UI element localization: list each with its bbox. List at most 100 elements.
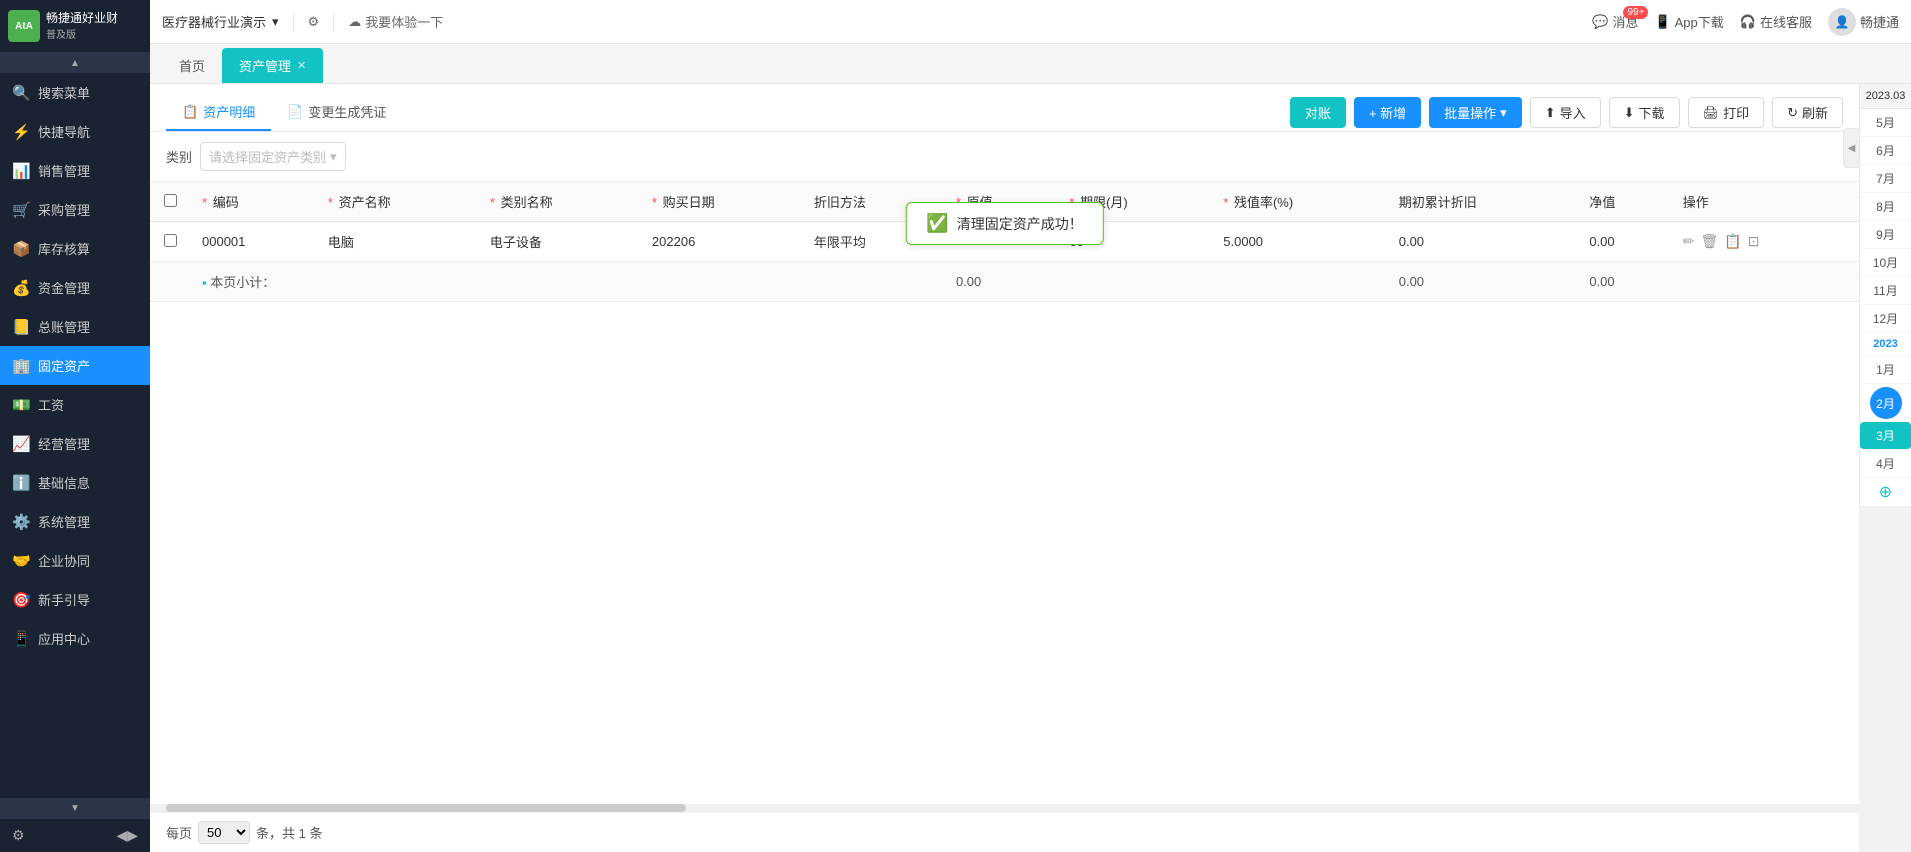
tabs-bar: 首页 资产管理 ✕ (150, 44, 1911, 84)
tab-asset[interactable]: 资产管理 ✕ (222, 48, 323, 83)
cal-7[interactable]: 7月 (1860, 165, 1911, 193)
sub-tabs: 📋 资产明细 📄 变更生成凭证 对账 + 新增 批量操作 ▾ (150, 84, 1859, 132)
total-info: 条，共 1 条 (256, 823, 322, 842)
batch-button[interactable]: 批量操作 ▾ (1429, 97, 1522, 128)
import-button[interactable]: ⬆ 导入 (1530, 97, 1601, 128)
download-button[interactable]: ⬇ 下载 (1609, 97, 1680, 128)
per-page-label: 每页 (166, 823, 192, 842)
tab-close-icon[interactable]: ✕ (297, 59, 306, 72)
cal-4[interactable]: 4月 (1860, 450, 1911, 478)
sidebar-item-operations[interactable]: 📈 经营管理 (0, 424, 150, 463)
edit-button[interactable]: ✏ (1683, 233, 1695, 250)
more-button[interactable]: ⊡ (1748, 233, 1760, 250)
cell-net-value: 0.00 (1577, 222, 1670, 262)
print-button[interactable]: 🖨 打印 (1688, 97, 1765, 128)
expand-down-icon[interactable]: ⊕ (1879, 482, 1892, 502)
sidebar-item-app-center[interactable]: 📱 应用中心 (0, 619, 150, 658)
cal-8[interactable]: 8月 (1860, 193, 1911, 221)
cal-2[interactable]: 2月 (1870, 387, 1902, 419)
subtotal-empty-check (150, 262, 190, 302)
experience-btn[interactable]: ☁ 我要体验一下 (348, 12, 443, 31)
header-residual-rate: * 残值率(%) (1211, 182, 1386, 222)
topbar-divider (293, 12, 294, 32)
sidebar-item-enterprise[interactable]: 🤝 企业协同 (0, 541, 150, 580)
cal-3-current[interactable]: 3月 (1860, 422, 1911, 450)
company-selector[interactable]: 医疗器械行业演示 ▾ (162, 12, 279, 31)
avatar: 👤 (1828, 8, 1856, 36)
sidebar-item-system[interactable]: ⚙️ 系统管理 (0, 502, 150, 541)
sidebar-item-basic-info[interactable]: ℹ️ 基础信息 (0, 463, 150, 502)
search-icon: 🔍 (12, 84, 30, 102)
cal-1[interactable]: 1月 (1860, 356, 1911, 384)
subtotal-period (1057, 262, 1211, 302)
cell-residual-rate: 5.0000 (1211, 222, 1386, 262)
new-button[interactable]: + 新增 (1354, 97, 1421, 128)
import-icon: ⬆ (1545, 105, 1556, 121)
sub-tab-change-voucher[interactable]: 📄 变更生成凭证 (271, 94, 402, 131)
cal-9[interactable]: 9月 (1860, 221, 1911, 249)
message-btn[interactable]: 💬 消息 99+ (1592, 12, 1638, 31)
tab-home[interactable]: 首页 (162, 48, 222, 83)
sidebar-scroll-down[interactable]: ▼ (0, 798, 150, 818)
sidebar-scroll-up[interactable]: ▲ (0, 53, 150, 73)
purchase-icon: 🛒 (12, 201, 30, 219)
sidebar-item-ledger[interactable]: 📒 总账管理 (0, 307, 150, 346)
online-service-btn[interactable]: 🎧 在线客服 (1740, 12, 1812, 31)
filter-bar: 类别 请选择固定资产类别 ▾ (150, 132, 1859, 182)
refresh-button[interactable]: ↻ 刷新 (1772, 97, 1843, 128)
sidebar-logo: AtA 畅捷通好业财 普及版 (0, 0, 150, 53)
app-download-btn[interactable]: 📱 App下载 (1654, 12, 1723, 31)
fixed-assets-icon: 🏢 (12, 357, 30, 375)
cal-10[interactable]: 10月 (1860, 249, 1911, 277)
settings-icon[interactable]: ⚙ (12, 827, 25, 844)
system-icon: ⚙️ (12, 513, 30, 531)
sidebar-item-payroll[interactable]: 💵 工资 (0, 385, 150, 424)
delete-button[interactable]: 🗑 (1701, 233, 1719, 250)
sidebar-item-sales[interactable]: 📊 销售管理 (0, 151, 150, 190)
select-all-checkbox[interactable] (164, 194, 177, 207)
cal-6[interactable]: 6月 (1860, 137, 1911, 165)
settings-gear-icon[interactable]: ⚙ (308, 14, 320, 30)
sidebar-item-search[interactable]: 🔍 搜索菜单 (0, 73, 150, 112)
per-page-select[interactable]: 50 10 20 100 (198, 821, 250, 844)
table-horizontal-scrollbar[interactable] (150, 804, 1859, 812)
subtotal-icon: ▪ (202, 275, 207, 290)
ledger-icon: 📒 (12, 318, 30, 336)
copy-button[interactable]: 📋 (1724, 233, 1741, 250)
sub-tab-asset-detail[interactable]: 📋 资产明细 (166, 94, 271, 131)
filter-dropdown-icon: ▾ (330, 149, 337, 165)
cell-name: 电脑 (316, 222, 478, 262)
success-check-icon: ✅ (926, 213, 948, 234)
sidebar-item-fixed-assets[interactable]: 🏢 固定资产 (0, 346, 150, 385)
sidebar-item-funds[interactable]: 💰 资金管理 (0, 268, 150, 307)
panel-collapse-button[interactable]: ◀ (1843, 128, 1859, 168)
topbar: 医疗器械行业演示 ▾ ⚙ ☁ 我要体验一下 💬 消息 99+ 📱 App下载 🎧… (150, 0, 1911, 44)
sidebar-item-inventory[interactable]: 📦 库存核算 (0, 229, 150, 268)
company-dropdown-icon: ▾ (272, 14, 279, 30)
sidebar-item-purchase[interactable]: 🛒 采购管理 (0, 190, 150, 229)
topbar-right: 💬 消息 99+ 📱 App下载 🎧 在线客服 👤 畅捷通 (1592, 8, 1899, 36)
download-icon: ⬇ (1624, 105, 1635, 121)
user-avatar[interactable]: 👤 畅捷通 (1828, 8, 1899, 36)
cal-11[interactable]: 11月 (1860, 277, 1911, 305)
cal-5[interactable]: 5月 (1860, 109, 1911, 137)
subtotal-net: 0.00 (1577, 262, 1670, 302)
sidebar-item-guide[interactable]: 🎯 新手引导 (0, 580, 150, 619)
row-action-buttons: ✏ 🗑 📋 ⊡ (1683, 233, 1847, 250)
cal-12[interactable]: 12月 (1860, 305, 1911, 333)
sidebar-item-quick-nav[interactable]: ⚡ 快捷导航 (0, 112, 150, 151)
category-filter-select[interactable]: 请选择固定资产类别 ▾ (200, 142, 346, 171)
collapse-icon[interactable]: ◀▶ (116, 827, 138, 844)
change-voucher-icon: 📄 (287, 104, 303, 120)
inventory-icon: 📦 (12, 240, 30, 258)
subtotal-original: 0.00 (944, 262, 1057, 302)
cal-year-2023[interactable]: 2023 (1860, 333, 1911, 356)
message-icon: 💬 (1592, 14, 1608, 30)
row-select-checkbox[interactable] (164, 234, 177, 247)
header-name: * 资产名称 (316, 182, 478, 222)
header-checkbox-col (150, 182, 190, 222)
table-wrap: ✅ 清理固定资产成功！ * 编码 (150, 182, 1859, 804)
reconcile-button[interactable]: 对账 (1290, 97, 1346, 128)
scrollbar-thumb[interactable] (166, 804, 686, 812)
guide-icon: 🎯 (12, 591, 30, 609)
